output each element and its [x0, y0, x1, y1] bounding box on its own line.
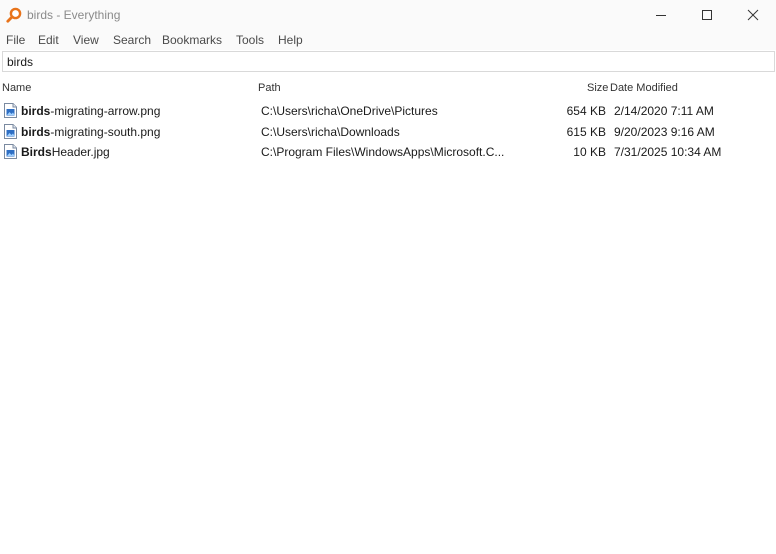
window-title: birds - Everything [27, 8, 121, 22]
minimize-button[interactable] [638, 0, 684, 30]
close-icon [747, 9, 759, 21]
file-path: C:\Users\richa\OneDrive\Pictures [261, 104, 438, 118]
menu-edit[interactable]: Edit [38, 33, 59, 47]
file-name: BirdsHeader.jpg [21, 145, 110, 159]
file-name: birds-migrating-south.png [21, 125, 160, 139]
file-date-modified: 9/20/2023 9:16 AM [614, 124, 715, 139]
column-header-name[interactable]: Name [2, 82, 31, 94]
magnifier-app-icon [6, 7, 22, 23]
search-input[interactable] [3, 52, 774, 71]
file-name-match: Birds [21, 145, 52, 159]
file-path: C:\Program Files\WindowsApps\Microsoft.C… [261, 145, 505, 159]
file-name-rest: -migrating-south.png [50, 124, 161, 139]
results-list: birds-migrating-arrow.png C:\Users\richa… [0, 101, 776, 163]
menu-help[interactable]: Help [278, 33, 303, 47]
result-row[interactable]: BirdsHeader.jpg C:\Program Files\Windows… [0, 142, 776, 163]
minimize-icon [656, 15, 666, 16]
column-header-date-modified[interactable]: Date Modified [610, 82, 678, 94]
menu-file[interactable]: File [6, 33, 25, 47]
title-bar: birds - Everything [0, 0, 776, 30]
image-file-icon [4, 144, 17, 159]
menu-search[interactable]: Search [113, 33, 151, 47]
result-row[interactable]: birds-migrating-arrow.png C:\Users\richa… [0, 101, 776, 122]
file-name-match: birds [21, 104, 51, 118]
column-header-size[interactable]: Size [587, 82, 608, 94]
result-row[interactable]: birds-migrating-south.png C:\Users\richa… [0, 122, 776, 143]
maximize-button[interactable] [684, 0, 730, 30]
menu-view[interactable]: View [73, 33, 99, 47]
menu-bookmarks[interactable]: Bookmarks [162, 33, 222, 47]
menu-bar: File Edit View Search Bookmarks Tools He… [0, 30, 776, 50]
column-header-path[interactable]: Path [258, 82, 281, 94]
file-size: 10 KB [573, 145, 606, 159]
close-button[interactable] [730, 0, 776, 30]
image-file-icon [4, 103, 17, 118]
file-size: 654 KB [566, 104, 606, 118]
file-date-modified: 7/31/2025 10:34 AM [614, 145, 722, 159]
file-date-modified: 2/14/2020 7:11 AM [614, 104, 714, 118]
image-file-icon [4, 123, 17, 139]
menu-tools[interactable]: Tools [236, 33, 264, 47]
maximize-icon [702, 10, 712, 20]
file-name-match: birds [21, 124, 51, 139]
search-box [2, 51, 775, 72]
file-name-rest: -migrating-arrow.png [50, 104, 161, 118]
column-header-row: Name Path Size Date Modified [0, 78, 776, 98]
file-name-rest: Header.jpg [51, 145, 110, 159]
file-size: 615 KB [566, 124, 606, 139]
file-path: C:\Users\richa\Downloads [261, 124, 400, 139]
file-name: birds-migrating-arrow.png [21, 104, 160, 118]
